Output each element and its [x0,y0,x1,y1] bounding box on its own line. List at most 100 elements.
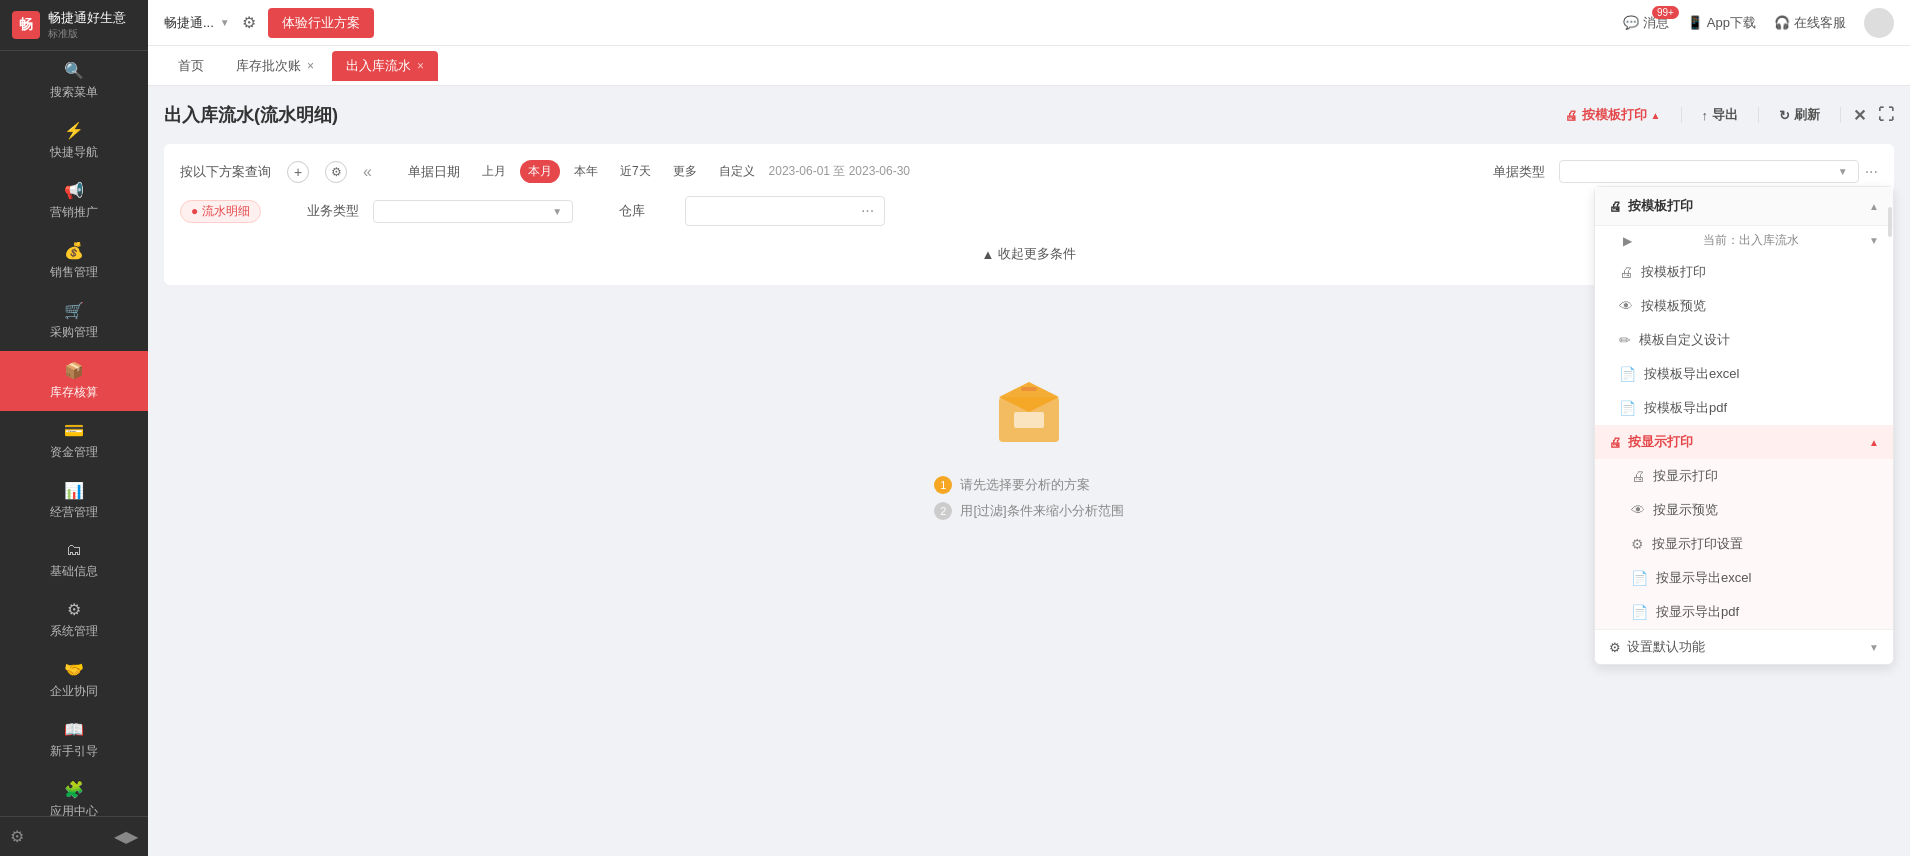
filter-section-label: 按以下方案查询 [180,163,271,181]
filter-gear-button[interactable]: ⚙ [325,161,347,183]
sidebar-item-apps[interactable]: 🧩 应用中心 [0,770,148,816]
sidebar-item-label: 应用中心 [50,803,98,816]
tab-flow-close[interactable]: × [417,59,424,73]
sidebar-item-label: 经营管理 [50,504,98,521]
sidebar-item-system[interactable]: ⚙ 系统管理 [0,590,148,650]
print-template-arrow: ▲ [1651,110,1661,121]
sidebar-item-inventory[interactable]: 📦 库存核算 [0,351,148,411]
sidebar-item-finance[interactable]: 💳 资金管理 [0,411,148,471]
svg-rect-2 [1014,412,1044,428]
dropdown-title-label: 按模板打印 [1628,197,1693,215]
preview-display-icon: 👁 [1631,502,1645,518]
warehouse-select[interactable]: ··· [685,196,885,226]
app-logo-icon: 畅 [12,11,40,39]
sidebar-item-guide[interactable]: 📖 新手引导 [0,710,148,770]
sidebar-logo: 畅 畅捷通好生意 标准版 [0,0,148,51]
topbar-gear-icon[interactable]: ⚙ [242,13,256,32]
dropdown-item-export-excel-display[interactable]: 📄 按显示导出excel [1595,561,1893,595]
tab-home[interactable]: 首页 [164,51,218,81]
display-section-icon: 🖨 [1609,435,1622,450]
dropdown-display-section-header[interactable]: 🖨 按显示打印 ▲ [1595,425,1893,459]
sidebar-item-label: 库存核算 [50,384,98,401]
sidebar-item-collab[interactable]: 🤝 企业协同 [0,650,148,710]
settings-footer-icon[interactable]: ⚙ [10,827,24,846]
tab-batch-account-close[interactable]: × [307,59,314,73]
dropdown-item-print-display[interactable]: 🖨 按显示打印 [1595,459,1893,493]
print-template-button[interactable]: 🖨 按模板打印 ▲ [1557,102,1669,128]
sidebar-item-sales[interactable]: 💰 销售管理 [0,231,148,291]
online-service-button[interactable]: 🎧 在线客服 [1774,14,1846,32]
inventory-icon: 📦 [64,361,84,380]
dropdown-item-export-pdf-display[interactable]: 📄 按显示导出pdf [1595,595,1893,629]
date-tag-last-month[interactable]: 上月 [474,160,514,183]
sidebar-item-purchase[interactable]: 🛒 采购管理 [0,291,148,351]
sidebar-item-label: 系统管理 [50,623,98,640]
sidebar-item-search-menu[interactable]: 🔍 搜索菜单 [0,51,148,111]
date-range-display: 2023-06-01 至 2023-06-30 [769,163,910,180]
content-area: 出入库流水(流水明细) 🖨 按模板打印 ▲ ↑ 导出 ↻ [148,86,1910,856]
app-download-icon: 📱 [1687,15,1703,30]
settings-default-icon: ⚙ [1609,640,1621,655]
sidebar-item-marketing[interactable]: 📢 营销推广 [0,171,148,231]
dropdown-header[interactable]: 🖨 按模板打印 ▲ [1595,187,1893,226]
sidebar-item-label: 销售管理 [50,264,98,281]
sidebar-footer: ⚙ ◀▶ [0,816,148,856]
date-tag-this-year[interactable]: 本年 [566,160,606,183]
warehouse-more-icon[interactable]: ··· [861,202,874,220]
refresh-icon: ↻ [1779,108,1790,123]
user-dropdown-icon[interactable]: ▼ [220,17,230,28]
sidebar-item-operation[interactable]: 📊 经营管理 [0,471,148,531]
sidebar-item-label: 资金管理 [50,444,98,461]
doc-type-select[interactable]: ▼ [1559,160,1859,183]
collapse-more-button[interactable]: ▲ 收起更多条件 [970,239,1089,269]
dropdown-title: 🖨 按模板打印 [1609,197,1693,215]
refresh-button[interactable]: ↻ 刷新 [1771,102,1828,128]
edition-label: 标准版 [48,27,126,40]
sidebar-item-quick-nav[interactable]: ⚡ 快捷导航 [0,111,148,171]
app-download-button[interactable]: 📱 App下载 [1687,14,1756,32]
dropdown-scrollbar[interactable] [1887,187,1893,664]
date-tag-more[interactable]: 更多 [665,160,705,183]
current-down-arrow-icon: ▼ [1869,235,1879,246]
filter-tag-icon: ● [191,204,198,218]
dropdown-item-label: 按模板预览 [1641,297,1706,315]
dropdown-item-preview-template[interactable]: 👁 按模板预览 [1595,289,1893,323]
filter-add-button[interactable]: + [287,161,309,183]
system-icon: ⚙ [67,600,81,619]
collapse-label: 收起更多条件 [998,245,1076,263]
dropdown-item-print-settings-display[interactable]: ⚙ 按显示打印设置 [1595,527,1893,561]
main-area: 畅捷通... ▼ ⚙ 体验行业方案 💬 消息 99+ 📱 App下载 🎧 在线客… [148,0,1910,856]
doc-type-arrow-icon: ▼ [1838,166,1848,177]
message-button[interactable]: 💬 消息 99+ [1623,14,1669,32]
sidebar-item-basic[interactable]: 🗂 基础信息 [0,531,148,590]
tab-batch-account[interactable]: 库存批次账 × [222,51,328,81]
date-tag-last-7-days[interactable]: 近7天 [612,160,659,183]
filter-collapse-button[interactable]: « [363,163,372,181]
empty-icon [979,357,1079,457]
topbar: 畅捷通... ▼ ⚙ 体验行业方案 💬 消息 99+ 📱 App下载 🎧 在线客… [148,0,1910,46]
dropdown-item-preview-display[interactable]: 👁 按显示预览 [1595,493,1893,527]
sidebar-item-label: 搜索菜单 [50,84,98,101]
date-tag-custom[interactable]: 自定义 [711,160,763,183]
export-button[interactable]: ↑ 导出 [1694,102,1747,128]
close-panel-icon[interactable]: ✕ [1853,106,1866,125]
dropdown-item-export-excel-template[interactable]: 📄 按模板导出excel [1595,357,1893,391]
dropdown-item-custom-design[interactable]: ✏ 模板自定义设计 [1595,323,1893,357]
dropdown-footer-item[interactable]: ⚙ 设置默认功能 ▼ [1595,629,1893,664]
expand-icon[interactable]: ⛶ [1878,106,1894,124]
dropdown-item-print-template[interactable]: 🖨 按模板打印 [1595,255,1893,289]
current-label: 当前：出入库流水 [1703,232,1799,249]
user-avatar[interactable] [1864,8,1894,38]
dropdown-footer-arrow-icon: ▼ [1869,642,1879,653]
apps-icon: 🧩 [64,780,84,799]
doc-type-more-icon[interactable]: ··· [1865,163,1878,181]
sidebar-item-label: 新手引导 [50,743,98,760]
collapse-sidebar-icon[interactable]: ◀▶ [114,827,138,846]
sidebar-item-label: 采购管理 [50,324,98,341]
industry-solution-button[interactable]: 体验行业方案 [268,8,374,38]
tab-flow[interactable]: 出入库流水 × [332,51,438,81]
dropdown-item-export-pdf-template[interactable]: 📄 按模板导出pdf [1595,391,1893,425]
date-tag-this-month[interactable]: 本月 [520,160,560,183]
business-type-select[interactable]: ▼ [373,200,573,223]
filter-tag-flow[interactable]: ● 流水明细 [180,200,261,223]
